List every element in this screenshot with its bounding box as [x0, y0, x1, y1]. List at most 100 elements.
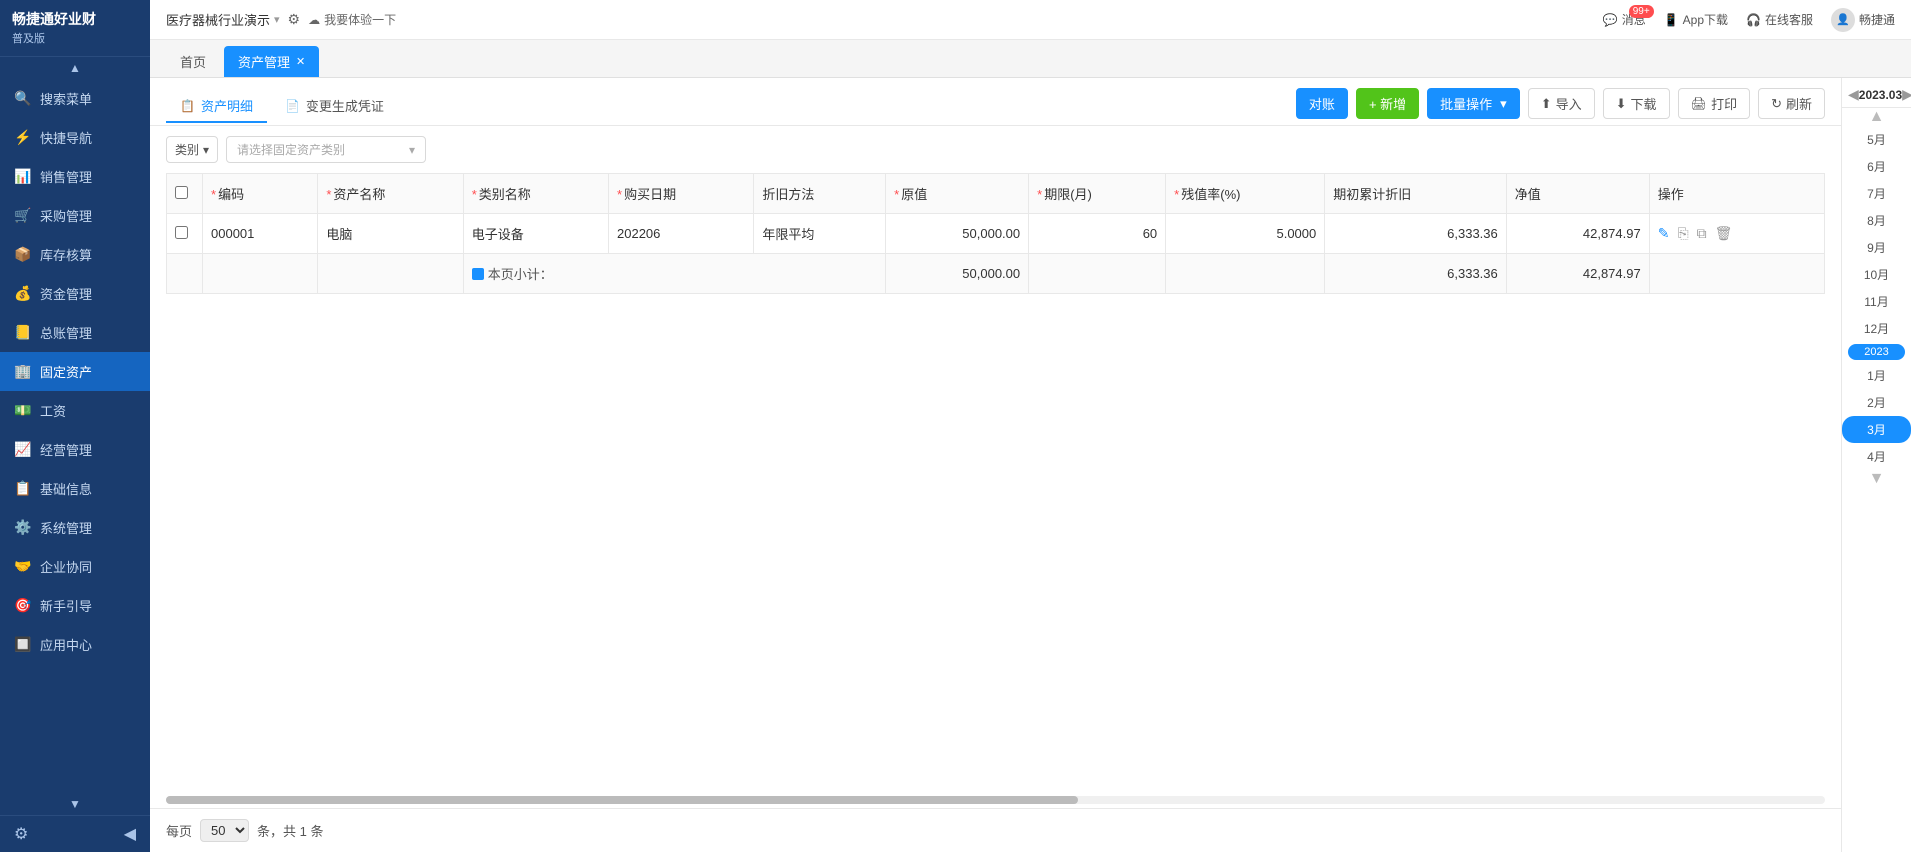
right-panel-month-5[interactable]: 5月 [1842, 126, 1911, 153]
chevron-down-icon: ▾ [274, 13, 280, 26]
th-net-value-label: 净值 [1515, 187, 1541, 202]
subtab-asset-detail-label: 资产明细 [201, 96, 253, 115]
print-button[interactable]: 🖨 打印 [1678, 88, 1751, 119]
sidebar-item-guide[interactable]: 🎯 新手引导 [0, 586, 150, 625]
right-panel-month-6[interactable]: 6月 [1842, 153, 1911, 180]
tab-asset-management[interactable]: 资产管理 ✕ [224, 46, 319, 77]
right-panel-month-7[interactable]: 7月 [1842, 180, 1911, 207]
tab-home[interactable]: 首页 [166, 46, 220, 77]
sidebar-item-ledger[interactable]: 📒 总账管理 [0, 313, 150, 352]
online-service-button[interactable]: 🎧 在线客服 [1746, 11, 1813, 28]
payroll-icon: 💵 [14, 401, 32, 419]
td-name: 电脑 [318, 214, 463, 254]
sidebar-item-inventory[interactable]: 📦 库存核算 [0, 235, 150, 274]
subtab-change-voucher[interactable]: 📄 变更生成凭证 [271, 90, 398, 123]
app-subtitle: 普及版 [12, 30, 45, 46]
category-select-arrow-icon: ▾ [203, 143, 209, 157]
reconcile-button[interactable]: 对账 [1296, 88, 1348, 119]
category-input-placeholder: 请选择固定资产类别 [237, 141, 345, 158]
row-checkbox[interactable] [175, 226, 188, 239]
settings-icon[interactable]: ⚙ [14, 824, 28, 844]
month-12-label: 12月 [1864, 322, 1889, 336]
experience-button[interactable]: ☁ 我要体验一下 [308, 11, 396, 28]
right-panel-scroll-up[interactable]: ▲ [1842, 108, 1911, 126]
td-subtotal-period [1029, 254, 1166, 294]
sidebar-item-app-center[interactable]: 🔲 应用中心 [0, 625, 150, 664]
app-download-button[interactable]: 📱 App下载 [1664, 11, 1728, 28]
sidebar-item-basic-info[interactable]: 📋 基础信息 [0, 469, 150, 508]
edit-icon[interactable]: ✎ [1658, 225, 1670, 242]
sidebar-item-fixed-assets[interactable]: 🏢 固定资产 [0, 352, 150, 391]
th-category: *类别名称 [463, 174, 608, 214]
right-panel-month-9[interactable]: 9月 [1842, 234, 1911, 261]
app-center-icon: 🔲 [14, 635, 32, 653]
sidebar-item-label-inventory: 库存核算 [40, 245, 92, 264]
right-panel-month-1[interactable]: 1月 [1842, 362, 1911, 389]
category-select[interactable]: 类别 ▾ [166, 136, 218, 163]
sidebar-item-payroll[interactable]: 💵 工资 [0, 391, 150, 430]
right-panel-month-12[interactable]: 12月 [1842, 315, 1911, 342]
right-panel-expand-button[interactable]: ▶ [1902, 86, 1911, 103]
sidebar: 畅捷通好业财 普及版 ▲ 🔍 搜索菜单 ⚡ 快捷导航 📊 销售管理 🛒 采购管理… [0, 0, 150, 852]
batch-operations-button[interactable]: 批量操作 ▾ [1427, 88, 1520, 119]
th-purchase-date: *购买日期 [609, 174, 754, 214]
refresh-button[interactable]: ↻ 刷新 [1758, 88, 1825, 119]
sidebar-item-operations[interactable]: 📈 经营管理 [0, 430, 150, 469]
sidebar-item-funds[interactable]: 💰 资金管理 [0, 274, 150, 313]
subtotal-acc-dep: 6,333.36 [1447, 266, 1498, 281]
scrollbar-thumb[interactable] [166, 796, 1078, 804]
import-button[interactable]: ⬆ 导入 [1528, 88, 1595, 119]
subtab-bar: 📋 资产明细 📄 变更生成凭证 对账 + 新增 批量操作 ▾ [150, 78, 1841, 126]
duplicate-icon[interactable]: ⧉ [1697, 225, 1707, 242]
collapse-icon[interactable]: ◀ [124, 824, 136, 844]
right-panel-month-8[interactable]: 8月 [1842, 207, 1911, 234]
th-period: *期限(月) [1029, 174, 1166, 214]
right-panel-month-4[interactable]: 4月 [1842, 443, 1911, 470]
sidebar-item-sales[interactable]: 📊 销售管理 [0, 157, 150, 196]
company-selector[interactable]: 医疗器械行业演示 ▾ [166, 10, 280, 29]
right-panel-scroll-down[interactable]: ▼ [1842, 470, 1911, 488]
th-name-label: 资产名称 [333, 187, 385, 202]
subtotal-net-value: 42,874.97 [1583, 266, 1641, 281]
sidebar-logo: 畅捷通好业财 普及版 [0, 0, 150, 57]
sidebar-item-label-guide: 新手引导 [40, 596, 92, 615]
select-all-checkbox[interactable] [175, 186, 188, 199]
sidebar-item-system[interactable]: ⚙️ 系统管理 [0, 508, 150, 547]
company-settings-icon[interactable]: ⚙ [288, 11, 301, 28]
content-main: 📋 资产明细 📄 变更生成凭证 对账 + 新增 批量操作 ▾ [150, 78, 1841, 852]
pagination-total: 条，共 1 条 [257, 821, 323, 840]
topbar: 医疗器械行业演示 ▾ ⚙ ☁ 我要体验一下 💬 消息 99+ 📱 App下载 🎧… [150, 0, 1911, 40]
sidebar-item-enterprise[interactable]: 🤝 企业协同 [0, 547, 150, 586]
right-panel-month-10[interactable]: 10月 [1842, 261, 1911, 288]
right-panel-month-11[interactable]: 11月 [1842, 288, 1911, 315]
row-category: 电子设备 [472, 227, 524, 242]
delete-icon[interactable]: 🗑 [1715, 225, 1733, 242]
right-panel: ◀ 2023.03 ▶ ▲ 5月 6月 7月 8月 9月 10月 11月 12月… [1841, 78, 1911, 852]
user-profile-button[interactable]: 👤 畅捷通 [1831, 8, 1895, 32]
right-panel-collapse-button[interactable]: ◀ [1848, 86, 1859, 103]
horizontal-scrollbar[interactable] [166, 796, 1825, 804]
sidebar-item-quicknav[interactable]: ⚡ 快捷导航 [0, 118, 150, 157]
download-button[interactable]: ⬇ 下载 [1603, 88, 1670, 119]
th-code-label: 编码 [218, 187, 244, 202]
th-original-value: *原值 [886, 174, 1029, 214]
per-page-select[interactable]: 50 [200, 819, 249, 842]
messages-button[interactable]: 💬 消息 99+ [1603, 11, 1646, 28]
enterprise-icon: 🤝 [14, 557, 32, 575]
tab-close-icon[interactable]: ✕ [296, 55, 305, 68]
sidebar-item-search[interactable]: 🔍 搜索菜单 [0, 79, 150, 118]
download-icon: 📱 [1664, 13, 1679, 27]
new-button[interactable]: + 新增 [1356, 88, 1419, 119]
right-panel-month-3[interactable]: 3月 [1842, 416, 1911, 443]
batch-dropdown-icon: ▾ [1500, 96, 1507, 112]
import-icon: ⬆ [1541, 96, 1552, 112]
right-panel-month-2[interactable]: 2月 [1842, 389, 1911, 416]
subtab-asset-detail[interactable]: 📋 资产明细 [166, 90, 267, 123]
category-input[interactable]: 请选择固定资产类别 ▾ [226, 136, 426, 163]
sidebar-item-purchase[interactable]: 🛒 采购管理 [0, 196, 150, 235]
sidebar-scroll-up-button[interactable]: ▲ [0, 57, 150, 79]
sidebar-scroll-down-button[interactable]: ▼ [0, 793, 150, 815]
copy-icon[interactable]: ⎘ [1677, 225, 1688, 242]
td-depreciation-method: 年限平均 [754, 214, 886, 254]
system-icon: ⚙️ [14, 518, 32, 536]
